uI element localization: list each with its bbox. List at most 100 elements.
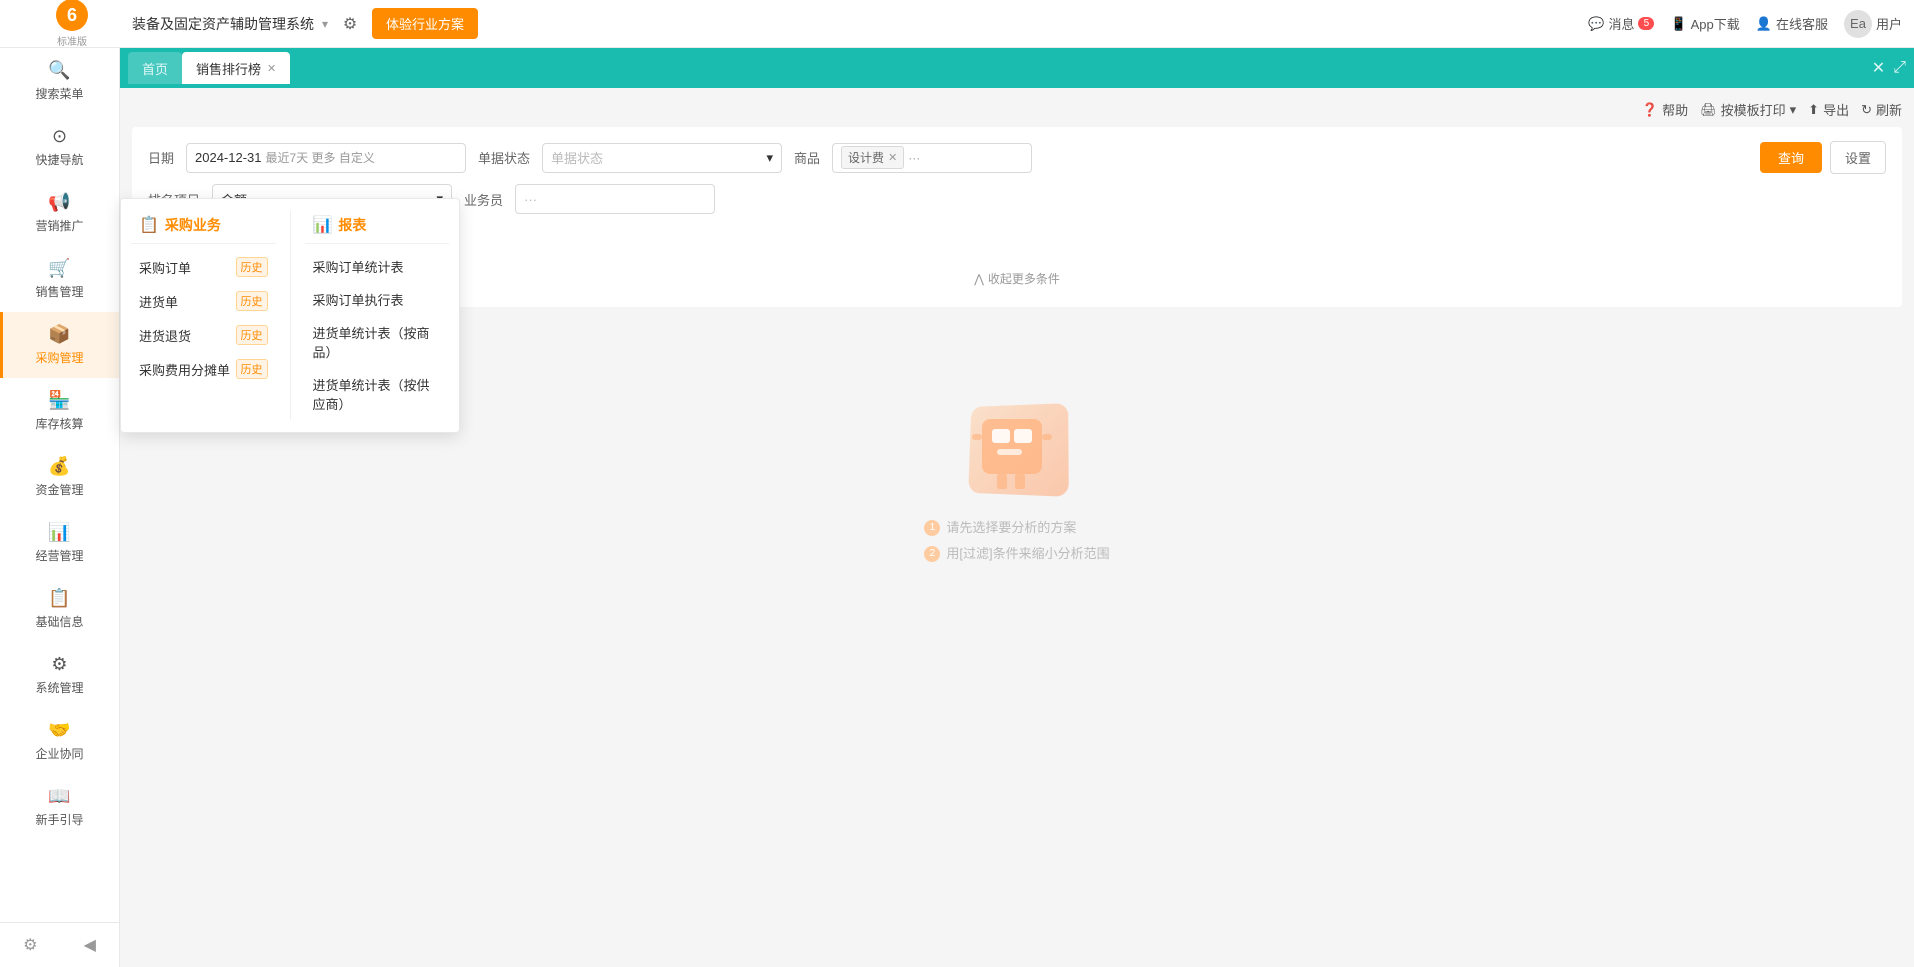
sidebar-item-operation[interactable]: 📊 经营管理 [0, 510, 119, 576]
logo-icon: 6 [56, 0, 88, 31]
purchase-icon: 📦 [48, 324, 70, 345]
sales-person-label: 业务员 [464, 190, 503, 209]
online-service-btn[interactable]: 👤 在线客服 [1756, 14, 1828, 33]
finance-icon: 💰 [48, 456, 70, 477]
sidebar-bottom: ⚙ ◀ [0, 922, 119, 967]
settings-icon-btn[interactable]: ⚙ [336, 10, 364, 38]
online-service-label: 在线客服 [1776, 14, 1828, 33]
goods-tag-text: 设计费 [848, 149, 884, 166]
dropdown-item-inbound[interactable]: 进货单 历史 [131, 284, 276, 318]
tab-maximize-btn[interactable]: ⤢ [1893, 59, 1906, 77]
empty-robot-svg [957, 399, 1077, 499]
inbound-stats-goods-label: 进货单统计表（按商品） [313, 323, 442, 361]
help-icon: ❓ [1642, 102, 1658, 118]
logo-area: 6 标准版 [12, 0, 132, 48]
refresh-btn[interactable]: ↻ 刷新 [1861, 100, 1902, 119]
date-input[interactable]: 2024-12-31 最近7天 更多 自定义 [186, 143, 466, 173]
sidebar-item-quick-nav[interactable]: ⊙ 快捷导航 [0, 114, 119, 180]
tab-sales-rank[interactable]: 销售排行榜 ✕ [182, 52, 290, 84]
sidebar-item-purchase[interactable]: 📦 采购管理 [0, 312, 119, 378]
tab-close-all-btn[interactable]: ✕ [1872, 58, 1885, 78]
goods-label: 商品 [794, 148, 820, 167]
title-dropdown-arrow[interactable]: ▾ [322, 17, 328, 31]
message-btn[interactable]: 💬 消息 5 [1588, 14, 1654, 33]
export-label: 导出 [1823, 100, 1849, 119]
app-download-btn[interactable]: 📱 App下载 [1670, 14, 1739, 33]
sidebar-label-sales: 销售管理 [35, 283, 83, 300]
empty-hint1: 1 请先选择要分析的方案 [924, 515, 1109, 541]
goods-input[interactable]: 设计费 ✕ ··· [832, 143, 1032, 173]
content-area: 首页 销售排行榜 ✕ ✕ ⤢ ❓ 帮助 🖨 按模板打印 [120, 48, 1914, 967]
vertical-divider [290, 211, 291, 420]
sidebar-settings-btn[interactable]: ⚙ [23, 935, 37, 955]
message-badge: 5 [1638, 17, 1654, 30]
sidebar-item-enterprise[interactable]: 🤝 企业协同 [0, 708, 119, 774]
empty-hint1-text: 请先选择要分析的方案 [946, 515, 1076, 541]
logo-label: 标准版 [57, 33, 87, 48]
order-status-placeholder: 单据状态 [551, 148, 603, 167]
date-suffix: 最近7天 更多 自定义 [266, 149, 375, 166]
quick-nav-icon: ⊙ [52, 126, 67, 147]
user-btn[interactable]: Ea 用户 [1844, 10, 1902, 38]
main-layout: 🔍 搜索菜单 ⊙ 快捷导航 📢 营销推广 🛒 销售管理 📦 采购管理 🏪 库存核… [0, 48, 1914, 967]
sidebar-collapse-btn[interactable]: ◀ [84, 935, 96, 955]
purchase-order-label: 采购订单 [139, 258, 191, 277]
sidebar-label-enterprise: 企业协同 [35, 745, 83, 762]
sidebar-item-finance[interactable]: 💰 资金管理 [0, 444, 119, 510]
order-status-label: 单据状态 [478, 148, 530, 167]
inbound-history: 历史 [236, 291, 268, 311]
sidebar-item-system[interactable]: ⚙ 系统管理 [0, 642, 119, 708]
filter-actions: 查询 设置 [1760, 141, 1886, 174]
purchase-cost-label: 采购费用分摊单 [139, 360, 230, 379]
sales-person-input[interactable]: ··· [515, 184, 715, 214]
inbound-label: 进货单 [139, 292, 178, 311]
sidebar-item-guide[interactable]: 📖 新手引导 [0, 774, 119, 840]
print-btn[interactable]: 🖨 按模板打印 ▾ [1700, 100, 1796, 119]
dropdown-item-inbound-stats-goods[interactable]: 进货单统计表（按商品） [305, 316, 450, 368]
sidebar-item-search[interactable]: 🔍 搜索菜单 [0, 48, 119, 114]
industry-btn[interactable]: 体验行业方案 [372, 8, 478, 39]
query-btn[interactable]: 查询 [1760, 142, 1822, 173]
system-title: 装备及固定资产辅助管理系统 [132, 14, 314, 34]
message-icon: 💬 [1588, 16, 1604, 32]
dropdown-item-order-exec[interactable]: 采购订单执行表 [305, 283, 450, 316]
print-icon: 🖨 [1700, 102, 1717, 118]
sidebar-label-marketing: 营销推广 [35, 217, 83, 234]
sidebar-label-finance: 资金管理 [35, 481, 83, 498]
empty-hint2-text: 用[过滤]条件来缩小分析范围 [946, 541, 1109, 567]
tab-close-icon[interactable]: ✕ [267, 62, 276, 75]
phone-icon: 📱 [1670, 16, 1686, 32]
order-stats-label: 采购订单统计表 [313, 257, 404, 276]
purchase-section-title: 📋 采购业务 [131, 211, 276, 244]
purchase-cost-history: 历史 [236, 359, 268, 379]
help-btn[interactable]: ❓ 帮助 [1642, 100, 1688, 119]
order-status-input[interactable]: 单据状态 ▾ [542, 143, 782, 173]
dropdown-item-inbound-stats-supplier[interactable]: 进货单统计表（按供应商） [305, 368, 450, 420]
export-btn[interactable]: ⬆ 导出 [1808, 100, 1849, 119]
date-label: 日期 [148, 148, 174, 167]
sidebar-item-marketing[interactable]: 📢 营销推广 [0, 180, 119, 246]
dropdown-item-purchase-cost[interactable]: 采购费用分摊单 历史 [131, 352, 276, 386]
date-value: 2024-12-31 [195, 150, 262, 165]
goods-tag-close[interactable]: ✕ [888, 151, 897, 164]
dropdown-item-inbound-return[interactable]: 进货退货 历史 [131, 318, 276, 352]
guide-icon: 📖 [48, 786, 70, 807]
empty-text: 1 请先选择要分析的方案 2 用[过滤]条件来缩小分析范围 [924, 515, 1109, 567]
dropdown-item-purchase-order[interactable]: 采购订单 历史 [131, 250, 276, 284]
app-download-label: App下载 [1691, 14, 1740, 33]
sidebar-item-basic[interactable]: 📋 基础信息 [0, 576, 119, 642]
report-section-label: 报表 [338, 215, 366, 235]
enterprise-icon: 🤝 [48, 720, 70, 741]
tab-home[interactable]: 首页 [128, 52, 182, 84]
sidebar-item-inventory[interactable]: 🏪 库存核算 [0, 378, 119, 444]
tab-bar-right: ✕ ⤢ [1872, 58, 1906, 78]
print-arrow: ▾ [1790, 102, 1797, 118]
inventory-icon: 🏪 [48, 390, 70, 411]
sidebar-item-sales[interactable]: 🛒 销售管理 [0, 246, 119, 312]
settings-btn[interactable]: 设置 [1830, 141, 1886, 174]
search-icon: 🔍 [48, 60, 70, 81]
dropdown-item-order-stats[interactable]: 采购订单统计表 [305, 250, 450, 283]
toolbar-right: ❓ 帮助 🖨 按模板打印 ▾ ⬆ 导出 ↻ 刷新 [132, 100, 1902, 119]
sidebar-label-system: 系统管理 [35, 679, 83, 696]
goods-tag: 设计费 ✕ [841, 146, 904, 169]
